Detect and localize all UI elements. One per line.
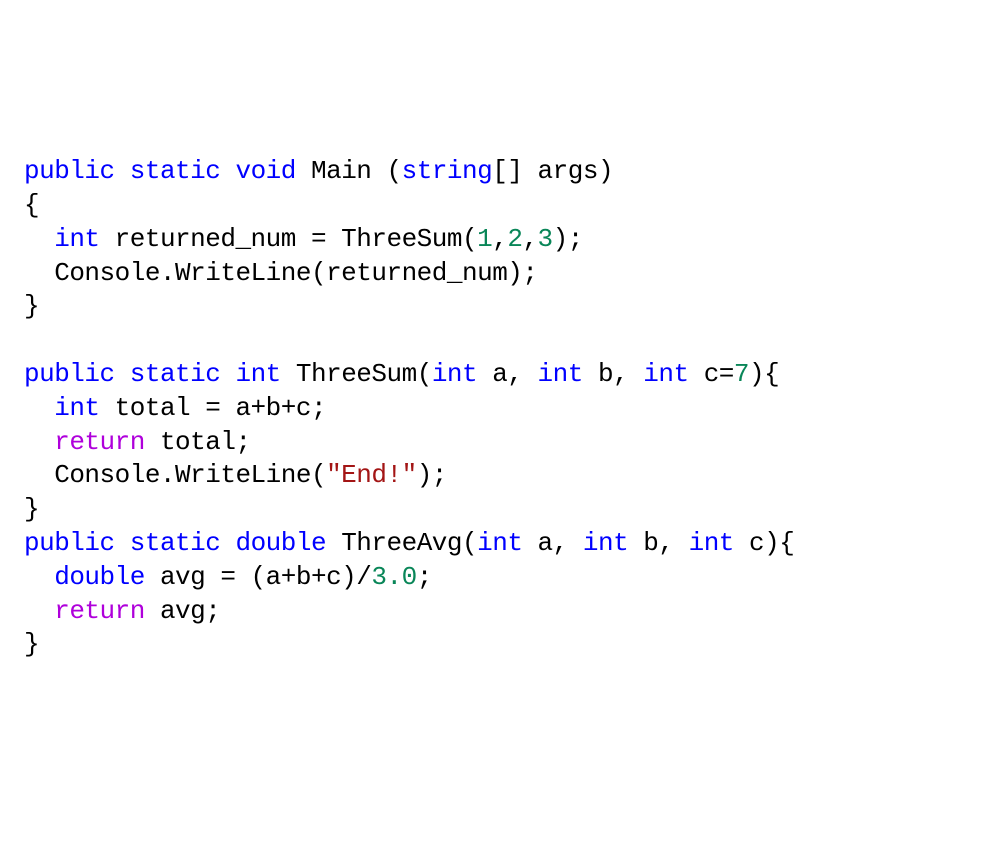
indent <box>24 224 54 254</box>
paren: ){ <box>749 359 779 389</box>
params: [] args) <box>492 156 613 186</box>
code-block: public static void Main (string[] args) … <box>24 155 963 662</box>
param: a, <box>522 528 582 558</box>
keyword: void <box>235 156 295 186</box>
expression: avg = (a+b+c)/ <box>145 562 372 592</box>
type: int <box>538 359 583 389</box>
type: int <box>54 393 99 423</box>
code-line: public static int ThreeSum(int a, int b,… <box>24 359 779 389</box>
type: int <box>583 528 628 558</box>
type: int <box>689 528 734 558</box>
number: 3 <box>538 224 553 254</box>
keyword: public <box>24 156 115 186</box>
code-line: public static double ThreeAvg(int a, int… <box>24 528 794 558</box>
code-line: } <box>24 494 39 524</box>
param: b, <box>583 359 643 389</box>
param: c){ <box>734 528 794 558</box>
paren: ); <box>417 460 447 490</box>
keyword: static <box>130 156 221 186</box>
call: Console.WriteLine(returned_num); <box>54 258 537 288</box>
identifier: ThreeAvg( <box>326 528 477 558</box>
expression: total = a+b+c; <box>100 393 327 423</box>
keyword: return <box>54 596 145 626</box>
number: 3.0 <box>371 562 416 592</box>
type: string <box>402 156 493 186</box>
number: 2 <box>507 224 522 254</box>
identifier: Main ( <box>296 156 402 186</box>
code-line: public static void Main (string[] args) <box>24 156 613 186</box>
type: int <box>643 359 688 389</box>
brace: } <box>24 494 39 524</box>
param: b, <box>628 528 688 558</box>
keyword: static <box>130 528 221 558</box>
indent <box>24 258 54 288</box>
code-line: Console.WriteLine(returned_num); <box>24 258 538 288</box>
code-line: return total; <box>24 427 251 457</box>
type: int <box>54 224 99 254</box>
code-line: return avg; <box>24 596 220 626</box>
indent <box>24 393 54 423</box>
identifier: ThreeSum( <box>281 359 432 389</box>
indent <box>24 596 54 626</box>
indent <box>24 562 54 592</box>
code-line: } <box>24 629 39 659</box>
code-line: } <box>24 291 39 321</box>
expression: avg; <box>145 596 221 626</box>
brace: } <box>24 291 39 321</box>
indent <box>24 460 54 490</box>
type: double <box>235 528 326 558</box>
number: 7 <box>734 359 749 389</box>
code-line: int total = a+b+c; <box>24 393 326 423</box>
paren: ); <box>553 224 583 254</box>
expression: total; <box>145 427 251 457</box>
comma: , <box>492 224 507 254</box>
indent <box>24 427 54 457</box>
semicolon: ; <box>417 562 432 592</box>
keyword: public <box>24 359 115 389</box>
type: int <box>432 359 477 389</box>
comma: , <box>522 224 537 254</box>
type: int <box>235 359 280 389</box>
keyword: static <box>130 359 221 389</box>
brace: } <box>24 629 39 659</box>
keyword: public <box>24 528 115 558</box>
brace: { <box>24 190 39 220</box>
number: 1 <box>477 224 492 254</box>
type: int <box>477 528 522 558</box>
param: a, <box>477 359 537 389</box>
blank-line <box>24 325 39 355</box>
type: double <box>54 562 145 592</box>
code-line: int returned_num = ThreeSum(1,2,3); <box>24 224 583 254</box>
identifier: returned_num = ThreeSum( <box>100 224 478 254</box>
code-line: { <box>24 190 39 220</box>
param: c= <box>689 359 734 389</box>
code-line: double avg = (a+b+c)/3.0; <box>24 562 432 592</box>
string: "End!" <box>326 460 417 490</box>
call: Console.WriteLine( <box>54 460 326 490</box>
code-line: Console.WriteLine("End!"); <box>24 460 447 490</box>
keyword: return <box>54 427 145 457</box>
